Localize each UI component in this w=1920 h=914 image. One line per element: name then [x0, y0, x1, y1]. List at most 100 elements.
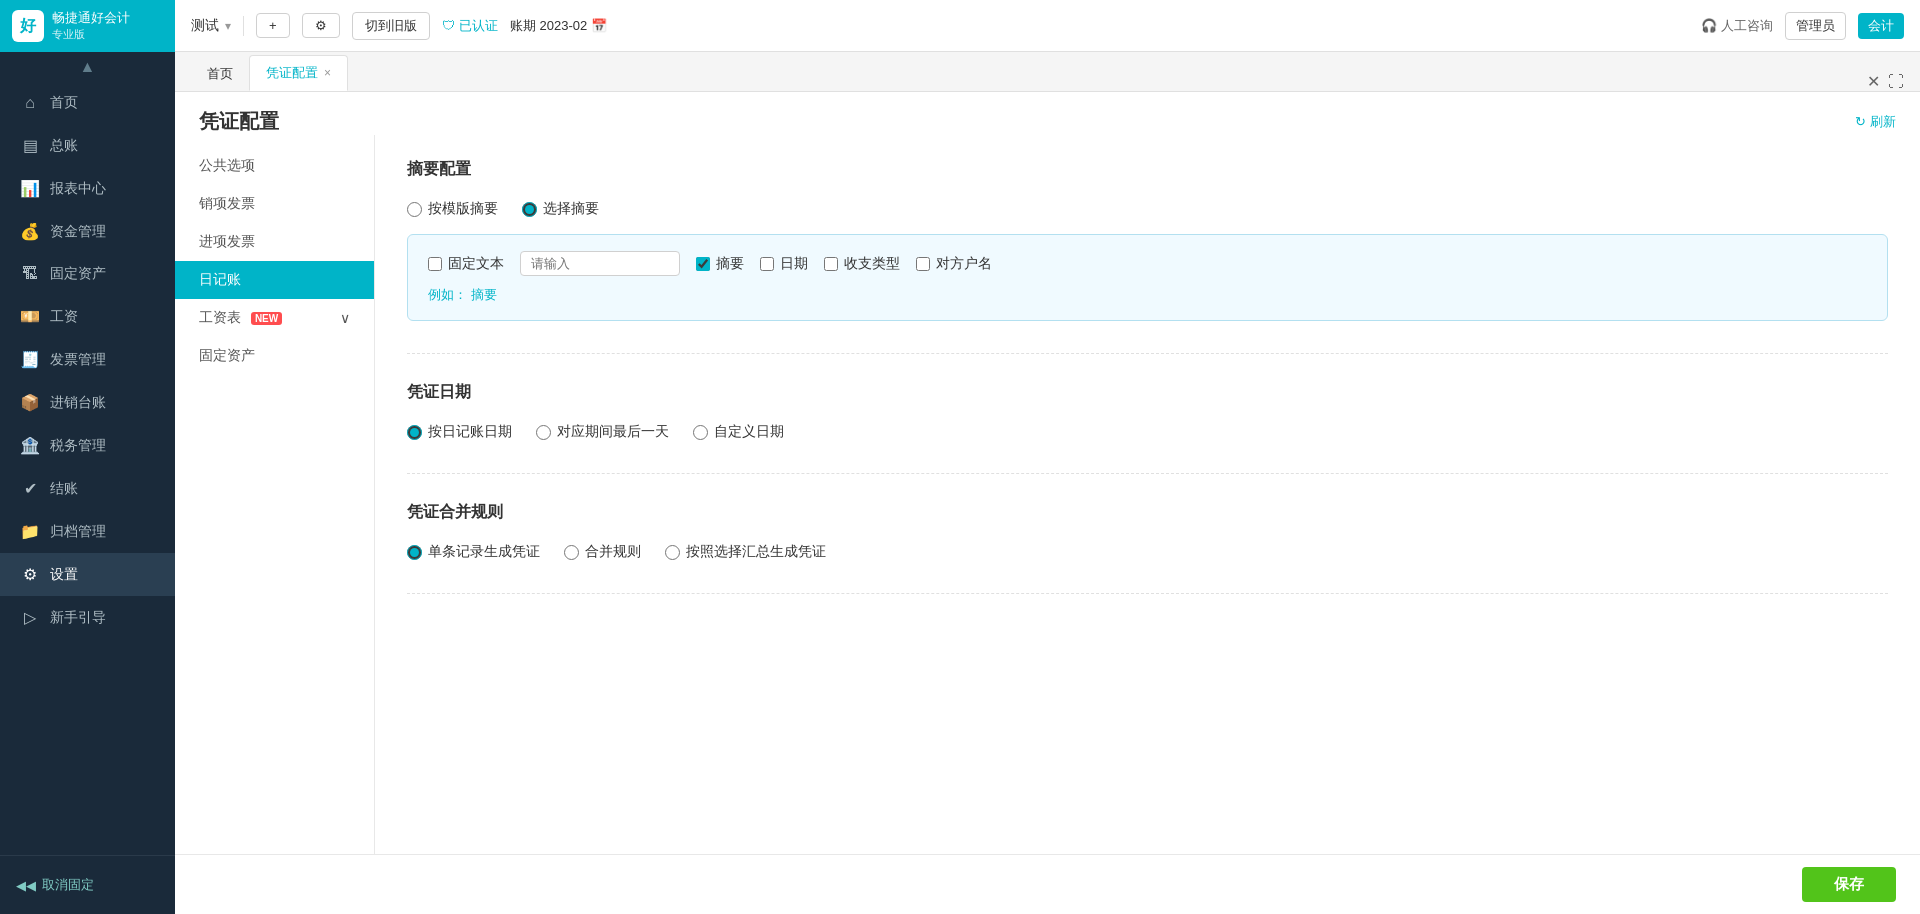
nav-up-button[interactable]: ▲ [72, 56, 104, 78]
summary-select-radio[interactable] [522, 202, 537, 217]
summary-checkbox-item[interactable]: 摘要 [696, 255, 744, 273]
page-wrapper: 凭证配置 ↻ 刷新 公共选项 销项发票 进项发票 [175, 92, 1920, 914]
company-selector[interactable]: 测试 ▾ [191, 17, 231, 35]
summary-template-radio[interactable] [407, 202, 422, 217]
merge-single-radio[interactable] [407, 545, 422, 560]
date-checkbox[interactable] [760, 257, 774, 271]
payroll-icon: 💴 [20, 307, 40, 326]
topbar-divider-1 [243, 16, 244, 36]
date-option-custom[interactable]: 自定义日期 [693, 423, 784, 441]
fullscreen-button[interactable]: ⛶ [1888, 73, 1904, 91]
sidebar-item-payroll-label: 工资 [50, 308, 78, 326]
sidebar-item-invoice[interactable]: 🧾 发票管理 [0, 338, 175, 381]
refresh-button[interactable]: ↻ 刷新 [1855, 113, 1896, 131]
switch-old-button[interactable]: 切到旧版 [352, 12, 430, 40]
date-checkbox-item[interactable]: 日期 [760, 255, 808, 273]
user-button[interactable]: 管理员 [1785, 12, 1846, 40]
sidebar-item-capital[interactable]: 💰 资金管理 [0, 210, 175, 253]
sidebar-item-tax-label: 税务管理 [50, 437, 106, 455]
income-type-checkbox-item[interactable]: 收支类型 [824, 255, 900, 273]
left-nav-journal[interactable]: 日记账 [175, 261, 374, 299]
capital-icon: 💰 [20, 222, 40, 241]
sidebar-item-settings[interactable]: ⚙ 设置 [0, 553, 175, 596]
summary-option-select[interactable]: 选择摘要 [522, 200, 599, 218]
tab-voucher-config[interactable]: 凭证配置 × [249, 55, 348, 91]
sidebar-bottom: ◀◀ 取消固定 [0, 855, 175, 914]
sidebar-item-home[interactable]: ⌂ 首页 [0, 82, 175, 124]
merge-single-label: 单条记录生成凭证 [428, 543, 540, 561]
period-text-label: 账期 [510, 17, 536, 35]
left-nav-payroll[interactable]: 工资表 NEW ∨ [175, 299, 374, 337]
settings-icon: ⚙ [20, 565, 40, 584]
status-label: 已认证 [459, 17, 498, 35]
summary-label: 摘要 [716, 255, 744, 273]
ledger-icon: ▤ [20, 136, 40, 155]
merge-section-title: 凭证合并规则 [407, 502, 1888, 523]
chevron-down-icon: ▾ [225, 19, 231, 33]
example-prefix: 例如： [428, 287, 467, 302]
tab-home-label: 首页 [207, 65, 233, 83]
fixed-assets-icon: 🏗 [20, 265, 40, 283]
fixed-text-checkbox-item[interactable]: 固定文本 [428, 255, 504, 273]
summary-checkbox-row: 固定文本 摘要 日期 [428, 251, 1867, 276]
close-button[interactable]: ✕ [1867, 72, 1880, 91]
period-display: 账期 2023-02 📅 [510, 17, 608, 35]
sidebar-item-tax[interactable]: 🏦 税务管理 [0, 424, 175, 467]
left-nav-fixed-assets[interactable]: 固定资产 [175, 337, 374, 375]
date-option-journal[interactable]: 按日记账日期 [407, 423, 512, 441]
merge-summary-radio[interactable] [665, 545, 680, 560]
merge-option-summary[interactable]: 按照选择汇总生成凭证 [665, 543, 826, 561]
sidebar-item-home-label: 首页 [50, 94, 78, 112]
summary-option-template[interactable]: 按模版摘要 [407, 200, 498, 218]
sidebar-item-reports[interactable]: 📊 报表中心 [0, 167, 175, 210]
merge-rule-radio[interactable] [564, 545, 579, 560]
page-header: 凭证配置 ↻ 刷新 [175, 92, 1920, 135]
fixed-text-input[interactable] [520, 251, 680, 276]
left-nav-public[interactable]: 公共选项 [175, 147, 374, 185]
consult-label: 人工咨询 [1721, 17, 1773, 35]
cancel-fixed-button[interactable]: ◀◀ 取消固定 [0, 866, 175, 904]
arrow-down-icon: ∨ [340, 310, 350, 326]
calendar-icon: 📅 [591, 18, 607, 33]
merge-summary-label: 按照选择汇总生成凭证 [686, 543, 826, 561]
date-custom-radio[interactable] [693, 425, 708, 440]
example-value: 摘要 [471, 287, 497, 302]
left-nav-payroll-label: 工资表 NEW [199, 309, 282, 327]
summary-checkbox[interactable] [696, 257, 710, 271]
merge-option-rule[interactable]: 合并规则 [564, 543, 641, 561]
divider-1 [407, 353, 1888, 354]
counterparty-checkbox[interactable] [916, 257, 930, 271]
save-button[interactable]: 保存 [1802, 867, 1896, 902]
sidebar-item-invoice-label: 发票管理 [50, 351, 106, 369]
sidebar-item-fixed-assets-label: 固定资产 [50, 265, 106, 283]
sidebar-item-archive[interactable]: 📁 归档管理 [0, 510, 175, 553]
consult-button[interactable]: 🎧 人工咨询 [1701, 17, 1773, 35]
reports-icon: 📊 [20, 179, 40, 198]
left-nav-purchase-invoice[interactable]: 进项发票 [175, 223, 374, 261]
sidebar-item-sales-purchase[interactable]: 📦 进销台账 [0, 381, 175, 424]
date-journal-label: 按日记账日期 [428, 423, 512, 441]
accountant-button[interactable]: 会计 [1858, 13, 1904, 39]
date-last-day-radio[interactable] [536, 425, 551, 440]
summary-select-label: 选择摘要 [543, 200, 599, 218]
fixed-text-checkbox[interactable] [428, 257, 442, 271]
add-button[interactable]: + [256, 13, 290, 38]
sidebar-item-fixed-assets[interactable]: 🏗 固定资产 [0, 253, 175, 295]
sidebar-item-payroll[interactable]: 💴 工资 [0, 295, 175, 338]
status-badge: 🛡 已认证 [442, 17, 498, 35]
date-journal-radio[interactable] [407, 425, 422, 440]
sidebar-item-guide[interactable]: ▷ 新手引导 [0, 596, 175, 639]
date-option-last-day[interactable]: 对应期间最后一天 [536, 423, 669, 441]
date-last-day-label: 对应期间最后一天 [557, 423, 669, 441]
left-nav: 公共选项 销项发票 进项发票 日记账 工资表 NEW [175, 135, 375, 854]
settings-gear-button[interactable]: ⚙ [302, 13, 340, 38]
left-nav-sales-invoice[interactable]: 销项发票 [175, 185, 374, 223]
tab-close-button[interactable]: × [324, 67, 331, 79]
counterparty-checkbox-item[interactable]: 对方户名 [916, 255, 992, 273]
shield-icon: 🛡 [442, 18, 455, 33]
sidebar-item-checkout[interactable]: ✔ 结账 [0, 467, 175, 510]
tab-home[interactable]: 首页 [191, 57, 249, 91]
income-type-checkbox[interactable] [824, 257, 838, 271]
sidebar-item-ledger[interactable]: ▤ 总账 [0, 124, 175, 167]
merge-option-single[interactable]: 单条记录生成凭证 [407, 543, 540, 561]
